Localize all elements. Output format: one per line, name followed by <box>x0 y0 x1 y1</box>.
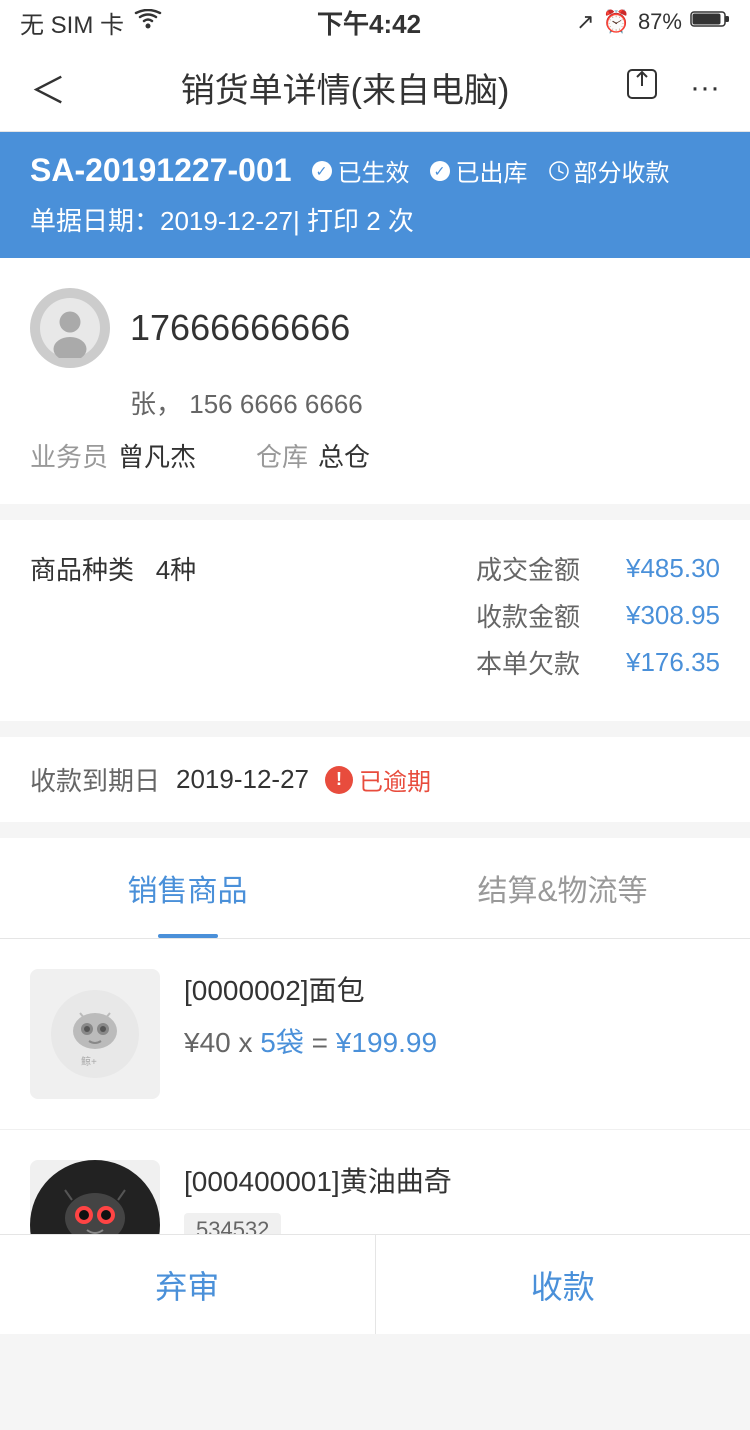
confirm-button[interactable]: 收款 <box>375 1235 750 1334</box>
warehouse-label: 仓库 <box>256 437 308 474</box>
customer-name-text: 张， <box>130 389 182 419</box>
status-bar-time: 下午4:42 <box>317 4 421 41</box>
debt-row: 本单欠款 ¥176.35 <box>476 644 720 681</box>
bottom-bar: 弃审 收款 <box>0 1234 750 1334</box>
amount-row: 成交金额 ¥485.30 <box>476 550 720 587</box>
date-row: 单据日期：2019-12-27| 打印 2 次 <box>30 201 720 238</box>
product-item-1: 鲸+ [0000002]面包 ¥40 x 5袋 = ¥199.99 <box>0 939 750 1130</box>
wifi-icon <box>134 8 162 36</box>
svg-text:鲸+: 鲸+ <box>81 1055 97 1068</box>
status-bar-right: ↗ ⏰ 87% <box>576 9 730 35</box>
overdue-text: 已逾期 <box>359 762 431 797</box>
carrier-text: 无 SIM 卡 <box>20 5 124 40</box>
battery-text: 87% <box>638 9 682 35</box>
date-label: 单据日期： <box>30 206 160 236</box>
status-shipped: ✓ 已出库 <box>430 153 528 188</box>
tab-settlement[interactable]: 结算&物流等 <box>375 838 750 938</box>
received-label: 收款金额 <box>476 597 580 634</box>
tab-settlement-label: 结算&物流等 <box>477 875 647 908</box>
status-bar-left: 无 SIM 卡 <box>20 5 162 40</box>
product-types-value: 4种 <box>156 555 196 585</box>
product-qty-val-1: 5 <box>260 1027 276 1058</box>
overdue-badge: ! 已逾期 <box>325 762 431 797</box>
customer-meta: 业务员 曾凡杰 仓库 总仓 <box>30 437 720 474</box>
debt-value: ¥176.35 <box>600 647 720 678</box>
overdue-icon: ! <box>325 766 353 794</box>
received-value: ¥308.95 <box>600 600 720 631</box>
status-partial-text: 部分收款 <box>574 153 670 188</box>
product-types: 商品种类 4种 <box>30 550 196 587</box>
tab-sales[interactable]: 销售商品 <box>0 838 375 938</box>
status-effective: ✓ 已生效 <box>312 153 410 188</box>
salesperson-value: 曾凡杰 <box>118 437 196 474</box>
due-date-value: 2019-12-27 <box>176 764 309 795</box>
due-label: 收款到期日 <box>30 761 160 798</box>
product-total-1: ¥199.99 <box>336 1027 437 1058</box>
debt-label: 本单欠款 <box>476 644 580 681</box>
battery-icon <box>690 9 730 35</box>
warehouse-value: 总仓 <box>318 437 370 474</box>
product-thumb-1: 鲸+ <box>30 969 160 1099</box>
order-id: SA-20191227-001 <box>30 152 292 189</box>
more-button[interactable]: ··· <box>690 71 720 105</box>
tab-sales-label: 销售商品 <box>128 875 248 908</box>
customer-section: 17666666666 张， 156 6666 6666 业务员 曾凡杰 仓库 … <box>0 258 750 504</box>
status-partial: 部分收款 <box>548 153 670 188</box>
check-icon-2: ✓ <box>430 161 450 181</box>
product-name-2: [000400001]黄油曲奇 <box>184 1160 720 1200</box>
customer-alt-phone: 156 6666 6666 <box>189 389 363 419</box>
amount-value: ¥485.30 <box>600 553 720 584</box>
amount-label: 成交金额 <box>476 550 580 587</box>
customer-name-phone: 张， 156 6666 6666 <box>30 384 720 421</box>
order-header: SA-20191227-001 ✓ 已生效 ✓ 已出库 部分收款 单据日期：20… <box>0 132 750 258</box>
salesperson-label: 业务员 <box>30 437 108 474</box>
warehouse-item: 仓库 总仓 <box>256 437 370 474</box>
product-unit-price-1: ¥40 <box>184 1027 231 1058</box>
product-image-placeholder-1: 鲸+ <box>30 969 160 1099</box>
cancel-label: 弃审 <box>155 1262 219 1308</box>
location-icon: ↗ <box>576 9 594 35</box>
cancel-button[interactable]: 弃审 <box>0 1235 375 1334</box>
received-row: 收款金额 ¥308.95 <box>476 597 720 634</box>
share-button[interactable] <box>624 66 660 110</box>
product-qty-1: 5袋 <box>260 1027 304 1058</box>
product-price-1: ¥40 x 5袋 = ¥199.99 <box>184 1021 720 1061</box>
product-info-1: [0000002]面包 ¥40 x 5袋 = ¥199.99 <box>184 969 720 1061</box>
stats-section: 商品种类 4种 成交金额 ¥485.30 收款金额 ¥308.95 本单欠款 ¥… <box>0 520 750 721</box>
tabs-section: 销售商品 结算&物流等 <box>0 838 750 939</box>
status-shipped-text: 已出库 <box>456 153 528 188</box>
avatar <box>30 288 110 368</box>
back-button[interactable]: ＜ <box>30 62 66 114</box>
nav-right: ··· <box>624 66 720 110</box>
nav-title: 销货单详情(来自电脑) <box>181 63 510 112</box>
customer-phone: 17666666666 <box>130 307 350 349</box>
nav-bar: ＜ 销货单详情(来自电脑) ··· <box>0 44 750 132</box>
check-icon-1: ✓ <box>312 161 332 181</box>
product-equals-1: = <box>312 1027 336 1058</box>
alarm-icon: ⏰ <box>603 9 630 35</box>
product-name-1: [0000002]面包 <box>184 969 720 1009</box>
product-types-label: 商品种类 <box>30 555 134 585</box>
print-info: | 打印 2 次 <box>293 206 414 236</box>
product-multiply-1: x <box>239 1027 261 1058</box>
confirm-label: 收款 <box>531 1262 595 1308</box>
salesperson-item: 业务员 曾凡杰 <box>30 437 196 474</box>
stats-right: 成交金额 ¥485.30 收款金额 ¥308.95 本单欠款 ¥176.35 <box>476 550 720 691</box>
order-id-row: SA-20191227-001 ✓ 已生效 ✓ 已出库 部分收款 <box>30 152 720 189</box>
order-date: 2019-12-27 <box>160 206 293 236</box>
customer-row: 17666666666 <box>30 288 720 368</box>
status-effective-text: 已生效 <box>338 153 410 188</box>
status-bar: 无 SIM 卡 下午4:42 ↗ ⏰ 87% <box>0 0 750 44</box>
due-section: 收款到期日 2019-12-27 ! 已逾期 <box>0 737 750 822</box>
product-unit-1: 袋 <box>276 1027 304 1058</box>
